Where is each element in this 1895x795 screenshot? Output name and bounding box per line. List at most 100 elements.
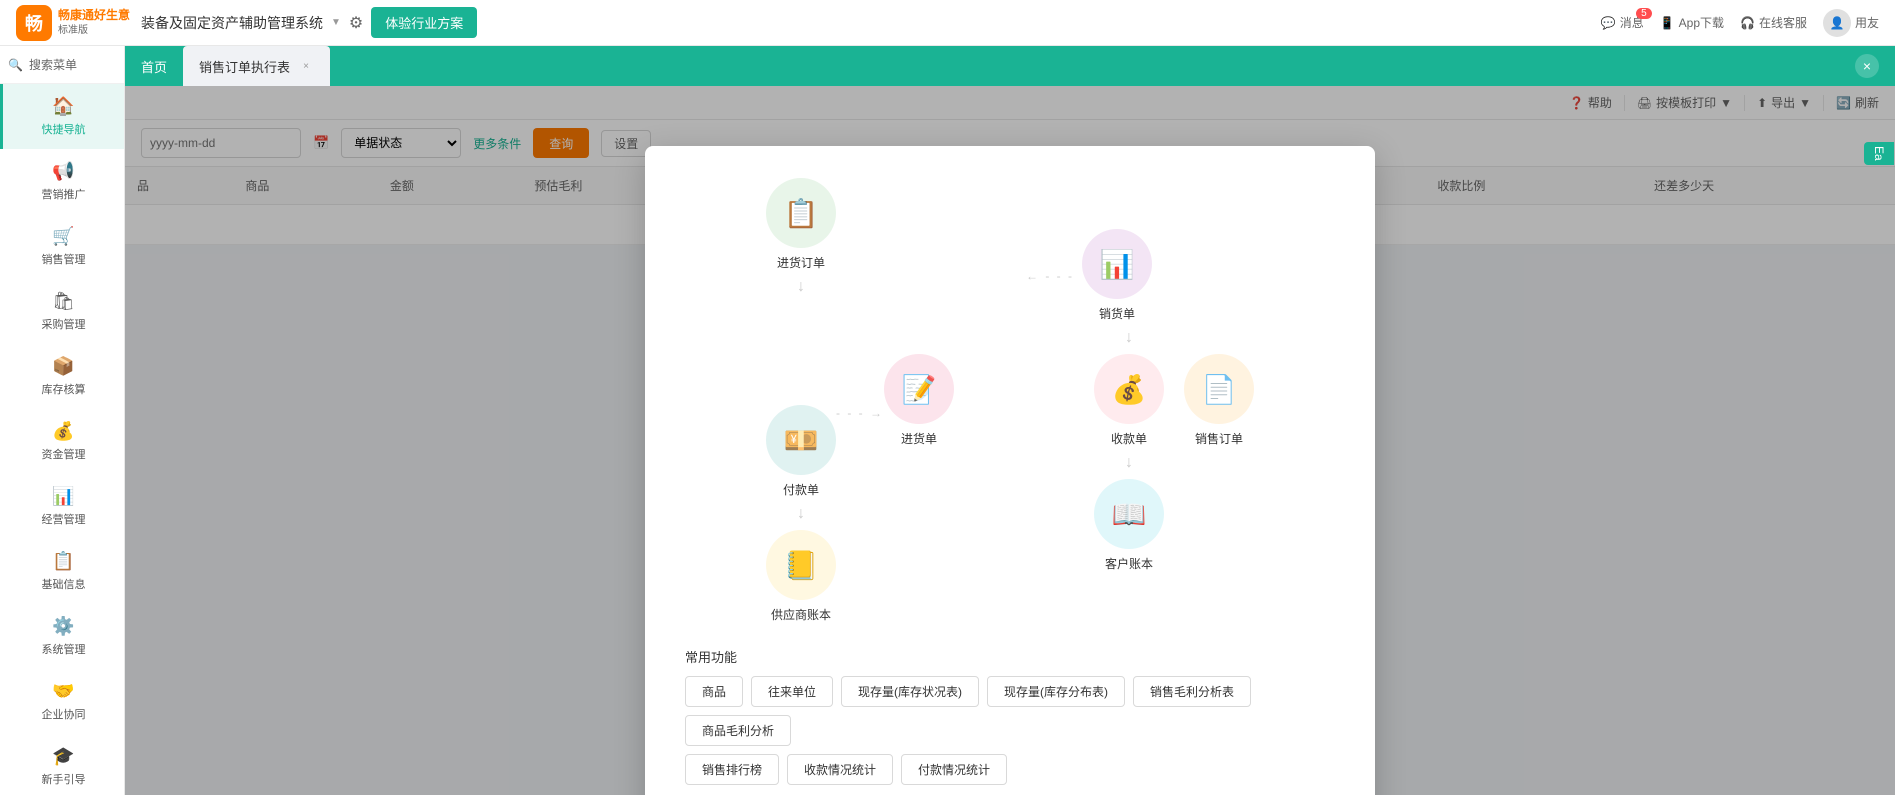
settings-button[interactable]: ⚙ — [349, 13, 363, 33]
arrow-down-sales: ↓ — [1125, 330, 1133, 346]
flow-col-right-mid: ← - - - 📊 销货单 ↓ — [1014, 229, 1164, 572]
common-functions-title: 常用功能 — [685, 647, 1335, 666]
tab-close-button[interactable]: × — [298, 58, 314, 74]
flow-node-purchase-bill[interactable]: 📝 进货单 — [884, 354, 954, 447]
top-actions: 💬 消息 5 📱 App下载 🎧 在线客服 👤 用友 — [1601, 9, 1879, 37]
user-menu[interactable]: 👤 用友 — [1823, 9, 1879, 37]
purchase-bill-circle: 📝 — [884, 354, 954, 424]
flow-node-purchase-order[interactable]: 📋 进货订单 — [766, 178, 836, 271]
tab-sales-order[interactable]: 销售订单执行表 × — [183, 46, 330, 86]
sidebar-item-quick-guide[interactable]: 🏠 快捷导航 — [0, 84, 124, 149]
sidebar-item-finance[interactable]: 💰 资金管理 — [0, 409, 124, 474]
content-body: ❓ 帮助 🖨 按模板打印 ▼ ⬆ 导出 ▼ — [125, 86, 1895, 795]
flow-col-mid: 📝 进货单 — [884, 354, 954, 447]
flow-node-sales-bill[interactable]: 📊 销货单 — [1082, 229, 1152, 322]
modal-overlay[interactable]: 📋 进货订单 ↓ 💴 — [125, 86, 1895, 795]
func-btn-sales-gross-profit[interactable]: 销售毛利分析表 — [1133, 676, 1251, 707]
sidebar-item-label: 营销推广 — [42, 186, 86, 202]
supplier-ledger-label: 供应商账本 — [771, 606, 831, 623]
func-btn-counterparty[interactable]: 往来单位 — [751, 676, 833, 707]
try-industry-button[interactable]: 体验行业方案 — [371, 7, 477, 38]
system-name-area: 装备及固定资产辅助管理系统 ▼ ⚙ 体验行业方案 — [141, 7, 1601, 38]
ea-badge[interactable]: Ea — [1864, 142, 1894, 165]
sidebar-item-newbie[interactable]: 🎓 新手引导 — [0, 734, 124, 795]
message-icon: 💬 — [1601, 16, 1616, 30]
func-btn-product-gross-profit[interactable]: 商品毛利分析 — [685, 715, 791, 746]
sidebar-item-label: 库存核算 — [42, 381, 86, 397]
purchase-icon: 🛍 — [52, 291, 75, 312]
message-button[interactable]: 💬 消息 5 — [1601, 14, 1644, 31]
sidebar-item-label: 快捷导航 — [42, 121, 86, 137]
avatar: 👤 — [1823, 9, 1851, 37]
dashed-arrow-left: - - - → — [836, 406, 884, 420]
func-btn-product[interactable]: 商品 — [685, 676, 743, 707]
modal: 📋 进货订单 ↓ 💴 — [645, 146, 1375, 795]
flow-node-receipt[interactable]: 💰 收款单 — [1094, 354, 1164, 447]
sidebar-item-sales[interactable]: 🛒 销售管理 — [0, 214, 124, 279]
flow-col-left: 📋 进货订单 ↓ 💴 — [766, 178, 836, 623]
customer-ledger-label: 客户账本 — [1105, 555, 1153, 572]
sidebar-item-label: 经营管理 — [42, 511, 86, 527]
enterprise-icon: 🤝 — [52, 681, 74, 702]
close-all-tabs-button[interactable]: × — [1855, 54, 1879, 78]
func-btn-inventory-status[interactable]: 现存量(库存状况表) — [841, 676, 979, 707]
receipt-circle: 💰 — [1094, 354, 1164, 424]
func-btn-receipt-stats[interactable]: 收款情况统计 — [787, 754, 893, 785]
app-download-button[interactable]: 📱 App下载 — [1660, 14, 1724, 31]
sidebar-item-label: 基础信息 — [42, 576, 86, 592]
app-download-icon: 📱 — [1660, 16, 1675, 30]
headset-icon: 🎧 — [1740, 16, 1755, 30]
sidebar-item-label: 系统管理 — [42, 641, 86, 657]
user-name: 用友 — [1855, 14, 1879, 31]
sidebar-item-marketing[interactable]: 📢 营销推广 — [0, 149, 124, 214]
sidebar-item-operations[interactable]: 📊 经营管理 — [0, 474, 124, 539]
flow-node-customer-ledger[interactable]: 📖 客户账本 — [1094, 479, 1164, 572]
sales-order-label: 销售订单 — [1195, 430, 1243, 447]
online-service-label: 在线客服 — [1759, 14, 1807, 31]
func-btn-payment-stats[interactable]: 付款情况统计 — [901, 754, 1007, 785]
sales-bill-label: 销货单 — [1099, 305, 1135, 322]
common-buttons-grid-2: 销售排行榜 收款情况统计 付款情况统计 — [685, 754, 1335, 785]
sidebar-item-enterprise[interactable]: 🤝 企业协同 — [0, 669, 124, 734]
purchase-order-label: 进货订单 — [777, 254, 825, 271]
operations-icon: 📊 — [52, 486, 74, 507]
newbie-icon: 🎓 — [52, 746, 74, 767]
sidebar-item-purchase[interactable]: 🛍 采购管理 — [0, 279, 124, 344]
search-icon: 🔍 — [8, 58, 23, 72]
sales-bill-circle: 📊 — [1082, 229, 1152, 299]
sidebar-item-label: 销售管理 — [42, 251, 86, 267]
purchase-order-icon: 📋 — [784, 197, 819, 230]
payment-icon: 💴 — [784, 424, 819, 457]
flow-node-sales-order[interactable]: 📄 销售订单 — [1184, 354, 1254, 447]
top-bar: 畅 畅康通好生意 标准版 装备及固定资产辅助管理系统 ▼ ⚙ 体验行业方案 💬 … — [0, 0, 1895, 46]
tab-home[interactable]: 首页 — [125, 46, 183, 86]
sidebar-item-basic-info[interactable]: 📋 基础信息 — [0, 539, 124, 604]
sales-order-icon: 📄 — [1202, 373, 1237, 406]
flow-node-supplier-ledger[interactable]: 📒 供应商账本 — [766, 530, 836, 623]
arrow-down-receipt: ↓ — [1125, 455, 1133, 471]
func-btn-inventory-distribution[interactable]: 现存量(库存分布表) — [987, 676, 1125, 707]
func-btn-sales-ranking[interactable]: 销售排行榜 — [685, 754, 779, 785]
tab-sales-order-label: 销售订单执行表 — [199, 57, 290, 76]
sidebar-item-system[interactable]: ⚙️ 系统管理 — [0, 604, 124, 669]
sidebar-search[interactable]: 🔍 搜索菜单 — [0, 46, 124, 84]
receipt-icon: 💰 — [1112, 373, 1147, 406]
purchase-order-circle: 📋 — [766, 178, 836, 248]
app-download-label: App下载 — [1679, 14, 1724, 31]
flow-diagram: 📋 进货订单 ↓ 💴 — [685, 178, 1335, 623]
flow-node-payment[interactable]: 💴 付款单 — [766, 405, 836, 498]
flow-col-far-right: 📄 销售订单 — [1184, 354, 1254, 447]
payment-circle: 💴 — [766, 405, 836, 475]
sidebar-item-inventory[interactable]: 📦 库存核算 — [0, 344, 124, 409]
sidebar: 🔍 搜索菜单 🏠 快捷导航 📢 营销推广 🛒 销售管理 🛍 采购管理 📦 — [0, 46, 125, 795]
sidebar-item-label: 采购管理 — [42, 316, 86, 332]
system-dropdown-arrow[interactable]: ▼ — [331, 17, 341, 28]
supplier-ledger-icon: 📒 — [784, 549, 819, 582]
sales-order-circle: 📄 — [1184, 354, 1254, 424]
marketing-icon: 📢 — [52, 161, 74, 182]
content-area: 首页 销售订单执行表 × × ❓ 帮助 — [125, 46, 1895, 795]
logo-text: 畅康通好生意 标准版 — [58, 8, 130, 37]
payment-label: 付款单 — [783, 481, 819, 498]
online-service-button[interactable]: 🎧 在线客服 — [1740, 14, 1807, 31]
system-icon: ⚙️ — [52, 616, 74, 637]
